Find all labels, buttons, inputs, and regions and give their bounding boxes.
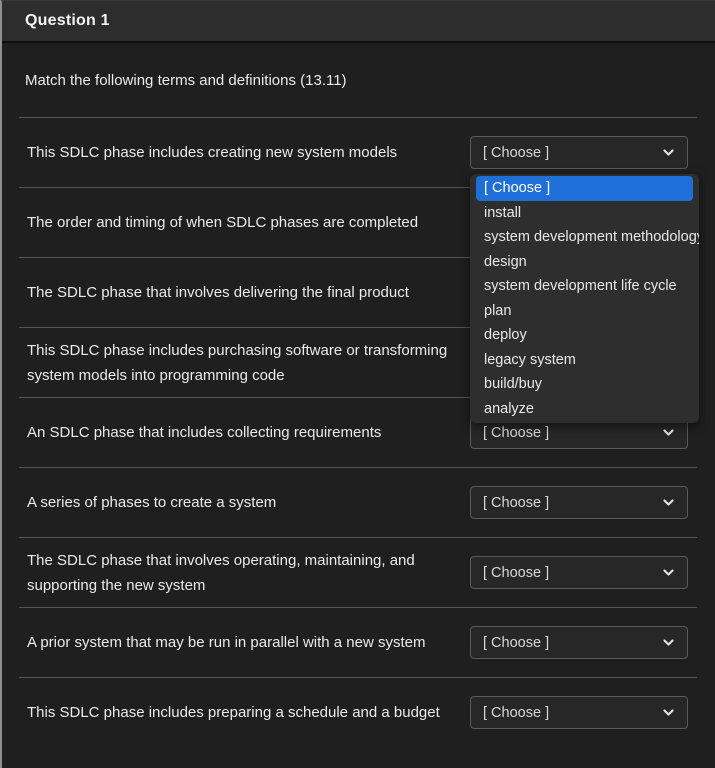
question-title: Question 1 <box>25 12 110 29</box>
definition-text: A series of phases to create a system <box>27 494 277 511</box>
answer-select[interactable]: [ Choose ] <box>470 696 688 729</box>
select-value: [ Choose ] <box>483 704 550 721</box>
dropdown-option[interactable]: plan <box>470 299 699 324</box>
answer-select[interactable]: [ Choose ] <box>470 556 688 589</box>
match-row: The SDLC phase that involves operating, … <box>19 537 697 607</box>
definition-text: An SDLC phase that includes collecting r… <box>27 424 382 441</box>
chevron-down-icon <box>662 496 675 509</box>
question-header: Question 1 <box>2 1 715 43</box>
dropdown-option[interactable]: [ Choose ] <box>476 176 693 201</box>
question-card: Question 1 Match the following terms and… <box>0 0 715 768</box>
dropdown-option[interactable]: deploy <box>470 323 699 348</box>
chevron-down-icon <box>662 706 675 719</box>
chevron-down-icon <box>662 146 675 159</box>
dropdown-option[interactable]: analyze <box>470 397 699 422</box>
answer-select[interactable]: [ Choose ] <box>470 486 688 519</box>
chevron-down-icon <box>662 566 675 579</box>
select-value: [ Choose ] <box>483 564 550 581</box>
definition-text: This SDLC phase includes preparing a sch… <box>27 704 440 721</box>
match-row: This SDLC phase includes preparing a sch… <box>19 677 697 747</box>
definition-text: The SDLC phase that involves operating, … <box>27 551 415 594</box>
answer-select[interactable]: [ Choose ] <box>470 626 688 659</box>
dropdown-option[interactable]: system development methodology <box>470 225 699 250</box>
dropdown-option[interactable]: install <box>470 201 699 226</box>
select-value: [ Choose ] <box>483 634 550 651</box>
chevron-down-icon <box>662 426 675 439</box>
definition-text: The order and timing of when SDLC phases… <box>27 214 419 231</box>
dropdown-option[interactable]: legacy system <box>470 348 699 373</box>
dropdown-option[interactable]: design <box>470 250 699 275</box>
definition-text: This SDLC phase includes creating new sy… <box>27 144 398 161</box>
answer-select[interactable]: [ Choose ] <box>470 136 688 169</box>
definition-text: This SDLC phase includes purchasing soft… <box>27 341 448 384</box>
match-row: A prior system that may be run in parall… <box>19 607 697 677</box>
chevron-down-icon <box>662 636 675 649</box>
definition-text: The SDLC phase that involves delivering … <box>27 284 409 301</box>
dropdown-menu: [ Choose ] install system development me… <box>470 174 699 423</box>
select-value: [ Choose ] <box>483 494 550 511</box>
dropdown-option[interactable]: system development life cycle <box>470 274 699 299</box>
select-value: [ Choose ] <box>483 424 550 441</box>
select-value: [ Choose ] <box>483 144 550 161</box>
match-row: A series of phases to create a system [ … <box>19 467 697 537</box>
dropdown-option[interactable]: build/buy <box>470 372 699 397</box>
definition-text: A prior system that may be run in parall… <box>27 634 426 651</box>
question-prompt: Match the following terms and definition… <box>25 71 347 89</box>
